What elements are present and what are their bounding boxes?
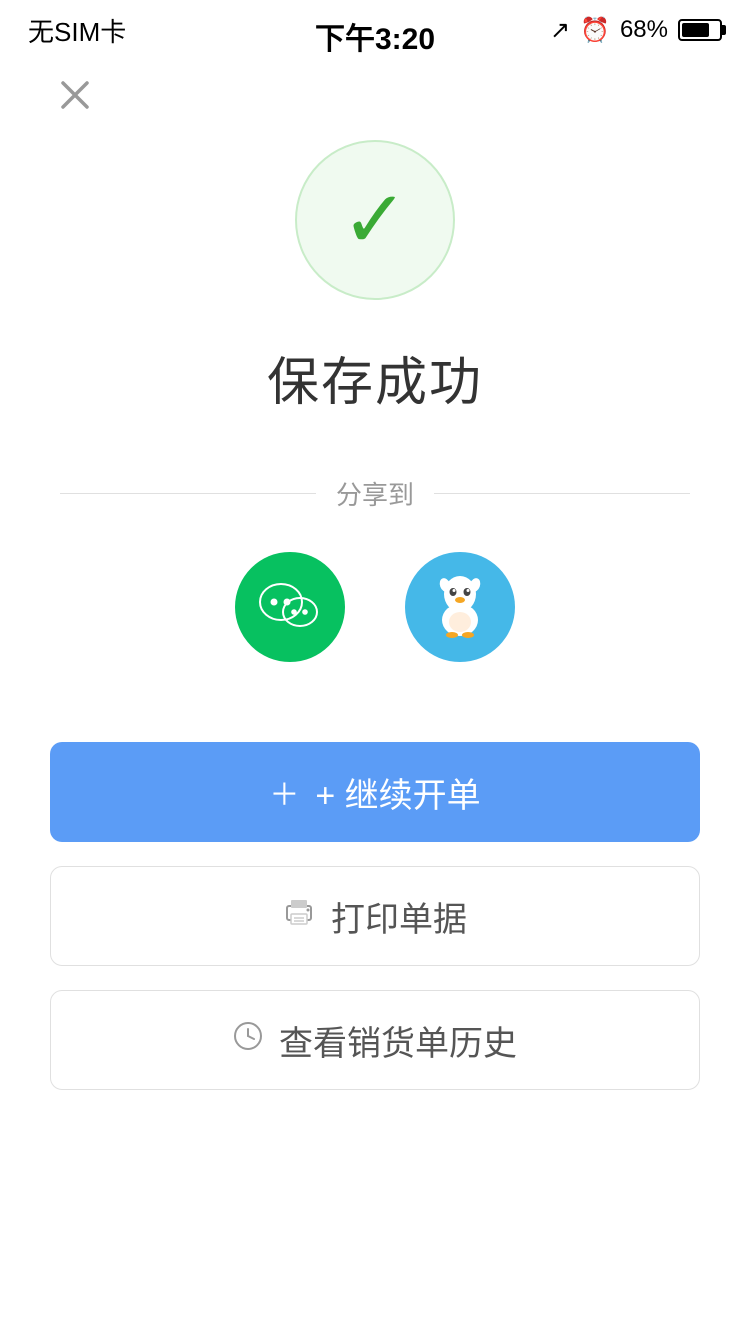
print-receipt-button[interactable]: 打印单据 [50,866,700,966]
checkmark-icon: ✓ [341,180,408,260]
location-icon: ↗ [550,16,570,45]
share-label: 分享到 [316,475,434,512]
alarm-icon: ⏰ [580,16,610,45]
printer-icon [283,898,315,934]
battery-percent: 68% [620,16,668,44]
plus-icon: ＋ [269,770,299,814]
main-content: ✓ 保存成功 分享到 [0,60,750,1090]
wechat-share-button[interactable] [235,552,345,662]
qq-share-button[interactable] [405,552,515,662]
print-receipt-label: 打印单据 [331,892,467,941]
share-icons [235,552,515,662]
success-title: 保存成功 [267,340,483,415]
status-left: 无SIM卡 [28,12,136,49]
status-time: 下午3:20 [315,14,435,58]
battery-icon [678,19,722,41]
divider-line-right [434,493,690,494]
view-history-label: 查看销货单历史 [279,1016,517,1065]
close-button[interactable] [50,70,100,120]
view-history-button[interactable]: 查看销货单历史 [50,990,700,1090]
continue-order-label: + 继续开单 [315,768,480,817]
carrier-label: 无SIM卡 [28,12,126,49]
share-divider: 分享到 [0,475,750,512]
clock-icon [233,1021,263,1059]
action-buttons: ＋ + 继续开单 打印单据 [0,742,750,1090]
status-right: ↗ ⏰ 68% [550,16,722,45]
divider-line-left [60,493,316,494]
success-circle: ✓ [295,140,455,300]
status-bar: 无SIM卡 下午3:20 ↗ ⏰ 68% [0,0,750,60]
continue-order-button[interactable]: ＋ + 继续开单 [50,742,700,842]
